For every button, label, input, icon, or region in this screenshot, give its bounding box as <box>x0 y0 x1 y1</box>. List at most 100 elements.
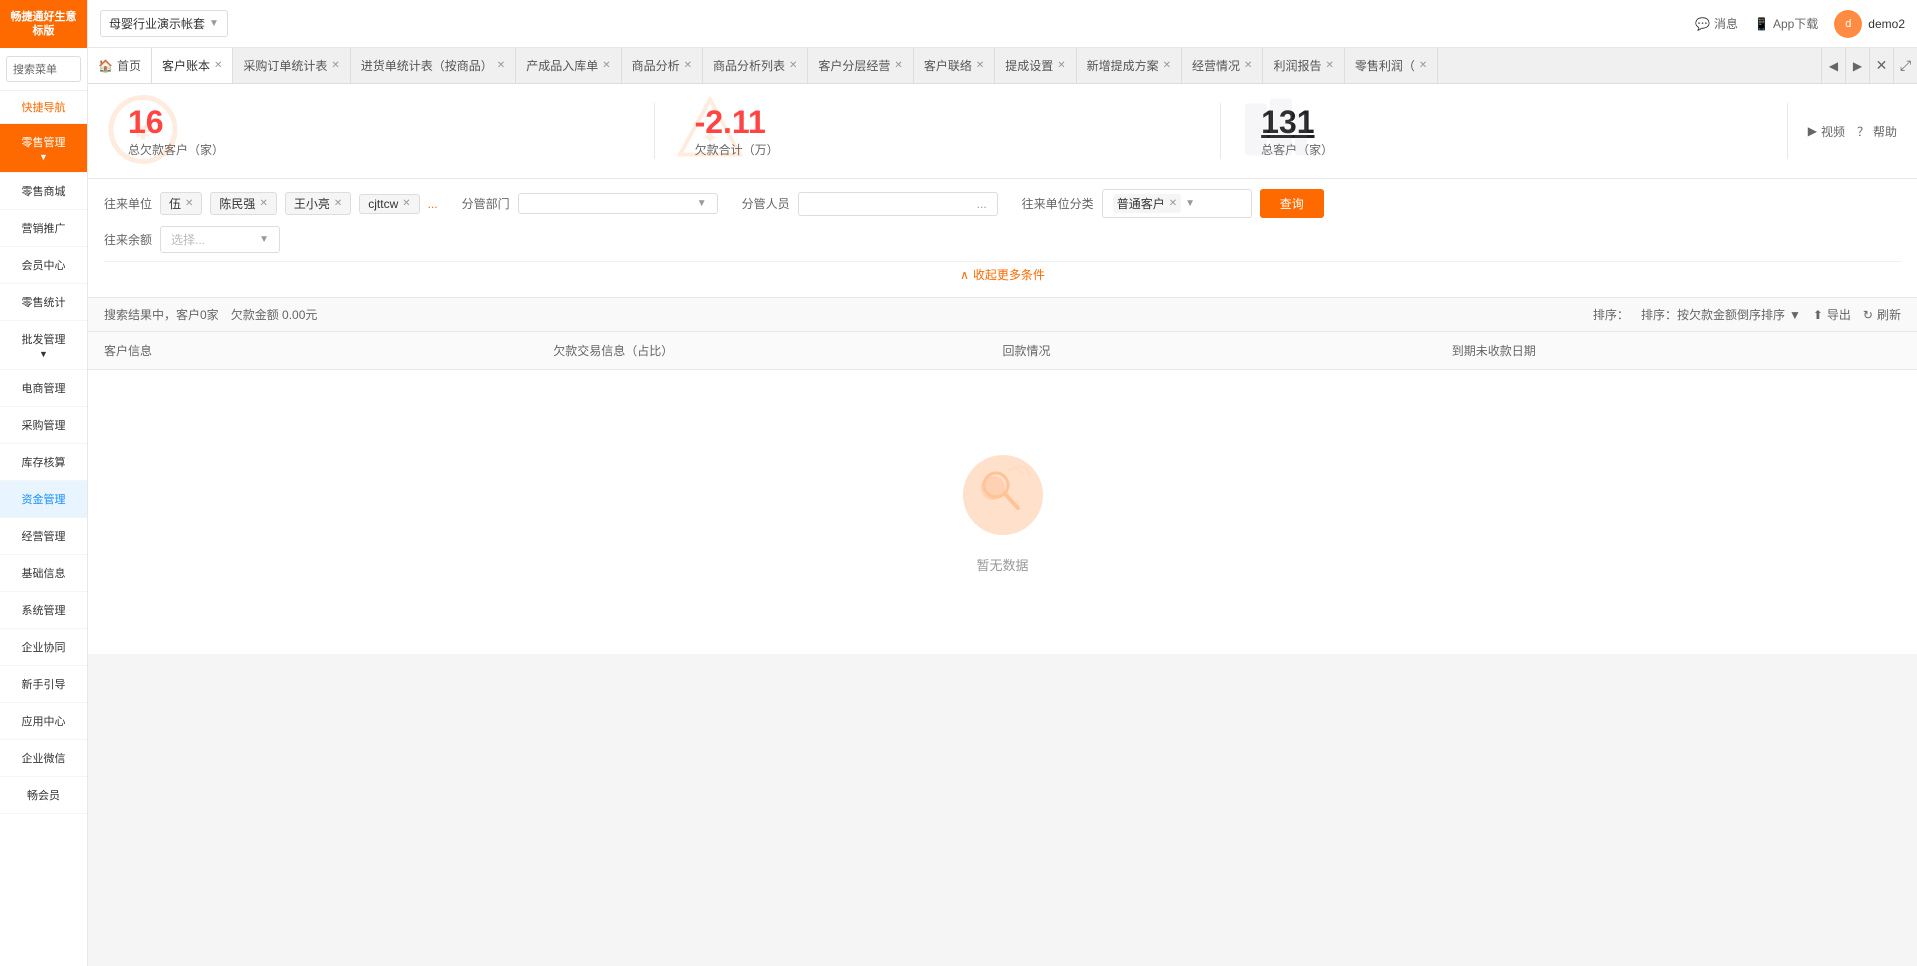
sidebar-item-ecommerce-mgmt[interactable]: 电商管理 <box>0 370 87 407</box>
tab-close-all-button[interactable]: ✕ <box>1869 48 1893 84</box>
summary-actions: ▶ 视频 ？ 帮助 <box>1788 84 1917 178</box>
empty-state: 暂无数据 <box>88 370 1917 654</box>
sidebar-item-ecommerce-mgmt-label: 电商管理 <box>22 380 66 396</box>
tab-import-stats[interactable]: 进货单统计表（按商品） ✕ <box>351 48 516 84</box>
sidebar-item-operations-mgmt[interactable]: 经营管理 <box>0 518 87 555</box>
summary-card-total-customers: ¥ 16 总欠款客户（家） <box>88 84 655 178</box>
sidebar-item-free-member[interactable]: 畅会员 <box>0 777 87 814</box>
sidebar-item-member-center[interactable]: 会员中心 <box>0 247 87 284</box>
tab-scroll-left-button[interactable]: ◀ <box>1821 48 1845 84</box>
username-label: demo2 <box>1868 17 1905 31</box>
tab-customer-segment-close-icon[interactable]: ✕ <box>894 60 902 71</box>
sidebar: 畅捷通好生意 标版 搜索菜单 快捷导航 零售管理 ▼ 零售商城 营销推广 会员中… <box>0 0 88 966</box>
tab-customer-contact[interactable]: 客户联络 ✕ <box>914 48 995 84</box>
sidebar-item-basic-info[interactable]: 基础信息 <box>0 555 87 592</box>
query-button[interactable]: 查询 <box>1260 189 1324 218</box>
export-button[interactable]: ⬆ 导出 <box>1813 306 1851 323</box>
unit-classify-selector[interactable]: 普通客户 ✕ ▼ <box>1102 189 1252 218</box>
dept-filter-label: 分管部门 <box>462 195 510 212</box>
total-customers-value: 131 <box>1261 104 1758 141</box>
filter-tag-wang-xiaoliang-close[interactable]: ✕ <box>334 198 342 209</box>
video-button[interactable]: ▶ 视频 <box>1808 123 1845 140</box>
filter-tag-cjttcw-close[interactable]: ✕ <box>402 198 410 209</box>
help-icon: ？ <box>1857 123 1869 140</box>
sidebar-item-inventory-check[interactable]: 库存核算 <box>0 444 87 481</box>
sidebar-item-new-guide[interactable]: 新手引导 <box>0 666 87 703</box>
balance-placeholder: 选择... <box>171 231 255 248</box>
tab-bar: 🏠 首页 客户账本 ✕ 采购订单统计表 ✕ 进货单统计表（按商品） ✕ 产成品入… <box>88 48 1917 84</box>
summary-card-debt-total: ✦ -2.11 欠款合计（万） <box>655 84 1222 178</box>
svg-text:✦: ✦ <box>701 128 718 150</box>
sidebar-item-operations-mgmt-label: 经营管理 <box>22 528 66 544</box>
sidebar-item-retail-mgmt[interactable]: 零售管理 ▼ <box>0 124 87 173</box>
tab-promotion-settings[interactable]: 提成设置 ✕ <box>995 48 1076 84</box>
tab-customers[interactable]: 客户账本 ✕ <box>152 48 233 84</box>
debt-amount-label: 欠款金额 0.00元 <box>231 306 318 323</box>
dept-selector[interactable]: ▼ <box>518 193 718 214</box>
results-info: 搜索结果中，客户0家 欠款金额 0.00元 <box>104 306 317 323</box>
sort-label: 排序： <box>1593 306 1629 323</box>
refresh-button[interactable]: ↻ 刷新 <box>1863 306 1901 323</box>
sidebar-item-retail-stats[interactable]: 零售统计 <box>0 284 87 321</box>
sidebar-search-area[interactable]: 搜索菜单 <box>0 48 87 91</box>
sidebar-item-purchase-mgmt[interactable]: 采购管理 <box>0 407 87 444</box>
tab-customers-close-icon[interactable]: ✕ <box>214 60 222 71</box>
tab-new-promotion[interactable]: 新增提成方案 ✕ <box>1077 48 1182 84</box>
sidebar-item-inventory-check-label: 库存核算 <box>22 454 66 470</box>
tab-retail-profit[interactable]: 零售利润（ ✕ <box>1345 48 1438 84</box>
filter-more-tags[interactable]: ... <box>428 197 438 211</box>
quick-nav-button[interactable]: 快捷导航 <box>0 91 87 124</box>
sidebar-item-retail-stats-label: 零售统计 <box>22 294 66 310</box>
app-download-button[interactable]: 📱 App下载 <box>1754 15 1818 32</box>
tab-operations-status-close-icon[interactable]: ✕ <box>1244 60 1252 71</box>
tab-retail-profit-close-icon[interactable]: ✕ <box>1419 60 1427 71</box>
tab-customer-segment[interactable]: 客户分层经营 ✕ <box>808 48 913 84</box>
tab-promotion-settings-close-icon[interactable]: ✕ <box>1057 60 1065 71</box>
tab-profit-report[interactable]: 利润报告 ✕ <box>1263 48 1344 84</box>
sidebar-item-enterprise-collab[interactable]: 企业协同 <box>0 629 87 666</box>
summary-card-total-all-customers: 131 总客户（家） <box>1221 84 1788 178</box>
sidebar-item-capital-mgmt[interactable]: 资金管理 <box>0 481 87 518</box>
sidebar-item-app-center[interactable]: 应用中心 <box>0 703 87 740</box>
person-selector-dots[interactable]: ... <box>977 197 987 211</box>
collapse-button[interactable]: ∧ 收起更多条件 <box>960 266 1045 283</box>
filter-tag-unit-all-close[interactable]: ✕ <box>185 198 193 209</box>
chevron-up-icon: ∧ <box>960 268 969 282</box>
tab-customer-contact-close-icon[interactable]: ✕ <box>976 60 984 71</box>
tab-profit-report-close-icon[interactable]: ✕ <box>1325 60 1333 71</box>
balance-selector[interactable]: 选择... ▼ <box>160 226 280 253</box>
tab-scroll-right-button[interactable]: ▶ <box>1845 48 1869 84</box>
sidebar-item-marketing[interactable]: 营销推广 <box>0 210 87 247</box>
tab-cost-entry-close-icon[interactable]: ✕ <box>602 60 610 71</box>
help-button[interactable]: ？ 帮助 <box>1857 123 1897 140</box>
unit-classify-close[interactable]: ✕ <box>1169 198 1177 209</box>
filter-tag-chen-minqiang-close[interactable]: ✕ <box>259 198 267 209</box>
tab-goods-analysis[interactable]: 商品分析 ✕ <box>622 48 703 84</box>
sidebar-item-enterprise-wechat[interactable]: 企业微信 <box>0 740 87 777</box>
tab-home[interactable]: 🏠 首页 <box>88 48 152 84</box>
tab-maximize-button[interactable]: ⤢ <box>1893 48 1917 84</box>
tab-cost-entry-label: 产成品入库单 <box>526 57 598 74</box>
tab-cost-entry[interactable]: 产成品入库单 ✕ <box>516 48 621 84</box>
tab-operations-status[interactable]: 经营情况 ✕ <box>1182 48 1263 84</box>
person-selector[interactable]: ... <box>798 192 998 216</box>
search-result-label: 搜索结果中，客户0家 <box>104 306 219 323</box>
tab-goods-analysis-list-close-icon[interactable]: ✕ <box>789 60 797 71</box>
sort-value: 排序：按欠款金额倒序排序 <box>1641 306 1785 323</box>
message-button[interactable]: 💬 消息 <box>1695 15 1738 32</box>
tab-promotion-settings-label: 提成设置 <box>1005 57 1053 74</box>
sidebar-item-system-mgmt[interactable]: 系统管理 <box>0 592 87 629</box>
tab-goods-analysis-close-icon[interactable]: ✕ <box>684 60 692 71</box>
user-menu-button[interactable]: d demo2 <box>1834 10 1905 38</box>
sidebar-item-retail-mgmt-label: 零售管理 <box>22 134 66 150</box>
sort-selector[interactable]: 排序：按欠款金额倒序排序 ▼ <box>1641 306 1801 323</box>
tab-import-stats-close-icon[interactable]: ✕ <box>497 60 505 71</box>
tab-purchase-stats-close-icon[interactable]: ✕ <box>331 60 339 71</box>
tab-new-promotion-close-icon[interactable]: ✕ <box>1163 60 1171 71</box>
sidebar-item-retail-mall[interactable]: 零售商城 <box>0 173 87 210</box>
search-menu-button[interactable]: 搜索菜单 <box>6 56 81 82</box>
account-selector[interactable]: 母婴行业演示帐套 ▼ <box>100 10 228 37</box>
sidebar-item-wholesale-mgmt[interactable]: 批发管理 ▼ <box>0 321 87 370</box>
tab-purchase-stats[interactable]: 采购订单统计表 ✕ <box>233 48 350 84</box>
tab-goods-analysis-list[interactable]: 商品分析列表 ✕ <box>703 48 808 84</box>
